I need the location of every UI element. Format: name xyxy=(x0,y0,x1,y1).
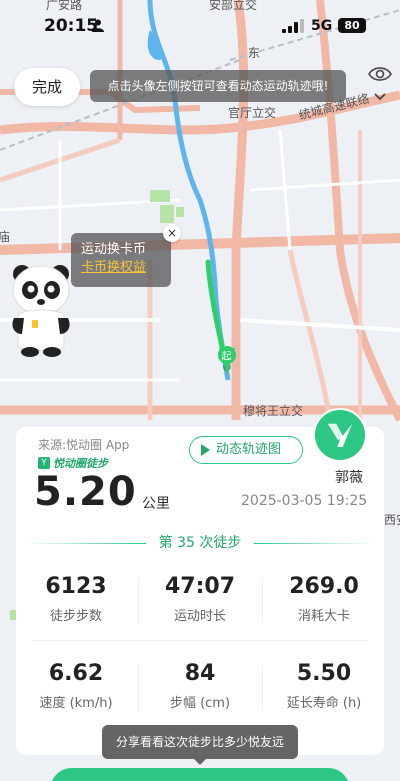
stat-duration: 47:07 运动时长 xyxy=(142,573,258,627)
stat-label: 消耗大卡 xyxy=(297,609,350,624)
stat-value: 6123 xyxy=(45,574,107,599)
walk-summary-card: 来源:悦动圈 App Y 悦动圈徒步 动态轨迹图 5.20 公里 2025-03… xyxy=(16,427,384,755)
route-start-label: 起 xyxy=(222,351,232,363)
coin-benefit-link[interactable]: 卡币换权益 xyxy=(81,259,161,277)
walk-count-divider: 第 35 次徒步 xyxy=(26,534,374,552)
done-button[interactable]: 完成 xyxy=(14,68,80,106)
panda-mascot-icon[interactable] xyxy=(10,262,72,358)
signal-icon xyxy=(282,19,304,33)
share-tip-arrow xyxy=(194,759,206,765)
battery-icon: 80 xyxy=(338,18,366,33)
avatar[interactable] xyxy=(313,408,367,462)
walk-datetime: 2025-03-05 19:25 xyxy=(241,493,368,509)
map-label-right-bottom: 西安 xyxy=(384,513,400,527)
stat-value: 5.50 xyxy=(296,661,352,686)
stat-calories: 269.0 消耗大卡 xyxy=(266,573,382,627)
walk-count-label: 第 35 次徒步 xyxy=(158,535,242,551)
stat-label: 运动时长 xyxy=(173,609,226,624)
stat-stride: 84 步幅 (cm) xyxy=(142,660,258,714)
source-label: 来源:悦动圈 App xyxy=(38,438,130,452)
stat-value: 84 xyxy=(184,661,216,686)
map-label-muxinwang: 穆将王立交 xyxy=(243,404,304,418)
dynamic-track-label: 动态轨迹图 xyxy=(216,442,282,457)
stat-value: 47:07 xyxy=(164,574,236,599)
stat-label: 步幅 (cm) xyxy=(169,696,231,711)
brand-logo: Y 悦动圈徒步 xyxy=(38,456,108,470)
stat-label: 延长寿命 (h) xyxy=(286,696,362,711)
status-bar: 20:15 5G 80 xyxy=(0,0,400,52)
map-label-guanyuan: 官厅立交 xyxy=(228,106,277,120)
brand-logo-icon: Y xyxy=(38,457,50,469)
map-label-left: 庙 xyxy=(0,230,11,244)
stat-value: 269.0 xyxy=(289,574,359,599)
status-time: 20:15 xyxy=(44,16,99,36)
network-type: 5G xyxy=(311,18,333,34)
distance-unit: 公里 xyxy=(142,496,170,512)
person-icon xyxy=(92,19,104,32)
stat-steps: 6123 徒步步数 xyxy=(18,573,134,627)
stat-label: 徒步步数 xyxy=(49,609,102,624)
play-icon xyxy=(201,444,210,456)
track-tip: 点击头像左侧按钮可查看动态运动轨迹哦! xyxy=(90,70,346,102)
coin-exchange-title: 运动换卡币 xyxy=(81,242,147,257)
share-button[interactable] xyxy=(50,768,350,781)
stat-speed: 6.62 速度 (km/h) xyxy=(18,660,134,714)
username: 郭薇 xyxy=(335,470,363,486)
close-icon[interactable]: × xyxy=(163,224,181,242)
eye-icon[interactable] xyxy=(368,64,392,84)
chevron-down-icon[interactable] xyxy=(373,92,387,102)
share-tip: 分享看看这次徒步比多少悦友远 xyxy=(102,725,298,759)
distance-value: 5.20 xyxy=(34,469,137,515)
stat-label: 速度 (km/h) xyxy=(39,696,113,711)
stat-lifespan: 5.50 延长寿命 (h) xyxy=(266,660,382,714)
coin-exchange-bubble[interactable]: 运动换卡币 卡币换权益 xyxy=(71,233,171,287)
dynamic-track-button[interactable]: 动态轨迹图 xyxy=(189,436,303,464)
stat-value: 6.62 xyxy=(48,661,104,686)
